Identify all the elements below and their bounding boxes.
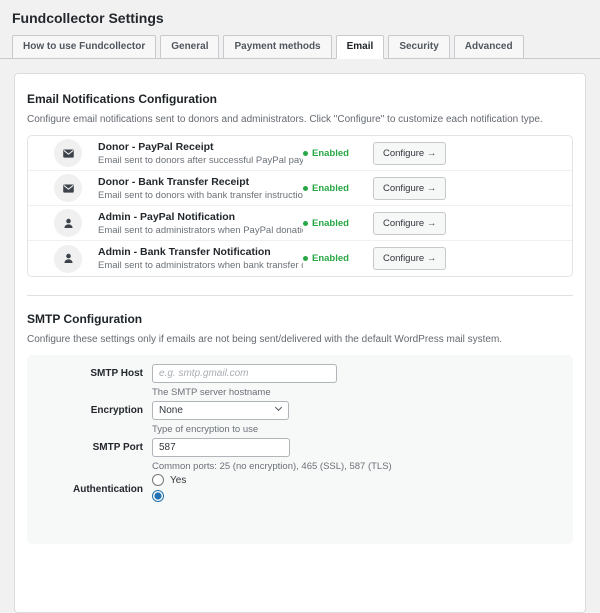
notification-description: Email sent to administrators when PayPal… xyxy=(98,225,303,236)
configure-button[interactable]: Configure → xyxy=(373,247,446,270)
notification-title: Admin - Bank Transfer Notification xyxy=(98,246,303,258)
notification-row-donor-bank: Donor - Bank Transfer Receipt Email sent… xyxy=(28,171,572,206)
notification-list: Donor - PayPal Receipt Email sent to don… xyxy=(27,135,573,277)
notification-description: Email sent to donors with bank transfer … xyxy=(98,190,303,201)
tab-security[interactable]: Security xyxy=(388,35,449,59)
status-label: Enabled xyxy=(312,183,349,194)
status-badge: Enabled xyxy=(303,253,361,264)
notification-title: Donor - PayPal Receipt xyxy=(98,141,303,153)
notification-description: Email sent to donors after successful Pa… xyxy=(98,155,303,166)
tab-how-to-use[interactable]: How to use Fundcollector xyxy=(12,35,156,59)
status-dot-icon xyxy=(303,221,308,226)
page-title: Fundcollector Settings xyxy=(12,10,588,26)
configure-button[interactable]: Configure → xyxy=(373,142,446,165)
notification-row-admin-paypal: Admin - PayPal Notification Email sent t… xyxy=(28,206,572,241)
settings-card: Email Notifications Configuration Config… xyxy=(14,73,586,613)
status-label: Enabled xyxy=(312,253,349,264)
authentication-radio-yes[interactable] xyxy=(152,474,164,486)
status-label: Enabled xyxy=(312,218,349,229)
authentication-option-yes-label: Yes xyxy=(170,475,186,486)
user-icon xyxy=(54,209,82,237)
tab-general[interactable]: General xyxy=(160,35,219,59)
notification-title: Donor - Bank Transfer Receipt xyxy=(98,176,303,188)
status-label: Enabled xyxy=(312,148,349,159)
authentication-row: Authentication Yes xyxy=(41,474,559,502)
authentication-option-yes[interactable]: Yes xyxy=(152,474,186,486)
smtp-host-input[interactable] xyxy=(152,364,337,383)
encryption-help: Type of encryption to use xyxy=(152,424,289,435)
smtp-host-help: The SMTP server hostname xyxy=(152,387,337,398)
notification-description: Email sent to administrators when bank t… xyxy=(98,260,303,271)
notifications-section-description: Configure email notifications sent to do… xyxy=(27,114,573,125)
notifications-section-heading: Email Notifications Configuration xyxy=(27,92,573,106)
tab-email[interactable]: Email xyxy=(336,35,385,59)
smtp-host-label: SMTP Host xyxy=(41,363,143,398)
encryption-select[interactable]: None xyxy=(152,401,289,420)
smtp-section-description: Configure these settings only if emails … xyxy=(27,334,573,345)
status-dot-icon xyxy=(303,256,308,261)
encryption-label: Encryption xyxy=(41,400,143,435)
authentication-option-partial[interactable] xyxy=(152,490,186,502)
status-badge: Enabled xyxy=(303,183,361,194)
user-icon xyxy=(54,245,82,273)
email-icon xyxy=(54,139,82,167)
configure-button[interactable]: Configure → xyxy=(373,177,446,200)
status-dot-icon xyxy=(303,151,308,156)
notification-row-donor-paypal: Donor - PayPal Receipt Email sent to don… xyxy=(28,136,572,171)
status-badge: Enabled xyxy=(303,148,361,159)
notification-title: Admin - PayPal Notification xyxy=(98,211,303,223)
smtp-host-row: SMTP Host The SMTP server hostname xyxy=(41,363,559,398)
email-icon xyxy=(54,174,82,202)
smtp-section-heading: SMTP Configuration xyxy=(27,312,573,326)
tab-payment-methods[interactable]: Payment methods xyxy=(223,35,331,59)
configure-button[interactable]: Configure → xyxy=(373,212,446,235)
tab-bar: How to use Fundcollector General Payment… xyxy=(0,33,600,59)
notification-row-admin-bank: Admin - Bank Transfer Notification Email… xyxy=(28,241,572,276)
authentication-label: Authentication xyxy=(41,474,143,502)
status-dot-icon xyxy=(303,186,308,191)
authentication-radio-partial[interactable] xyxy=(152,490,164,502)
encryption-row: Encryption None Type of encryption to us… xyxy=(41,400,559,435)
tab-advanced[interactable]: Advanced xyxy=(454,35,524,59)
smtp-port-help: Common ports: 25 (no encryption), 465 (S… xyxy=(152,461,392,472)
page-header: Fundcollector Settings xyxy=(0,0,600,33)
section-divider xyxy=(27,295,573,296)
status-badge: Enabled xyxy=(303,218,361,229)
smtp-port-label: SMTP Port xyxy=(41,437,143,472)
smtp-port-input[interactable] xyxy=(152,438,290,457)
smtp-port-row: SMTP Port Common ports: 25 (no encryptio… xyxy=(41,437,559,472)
